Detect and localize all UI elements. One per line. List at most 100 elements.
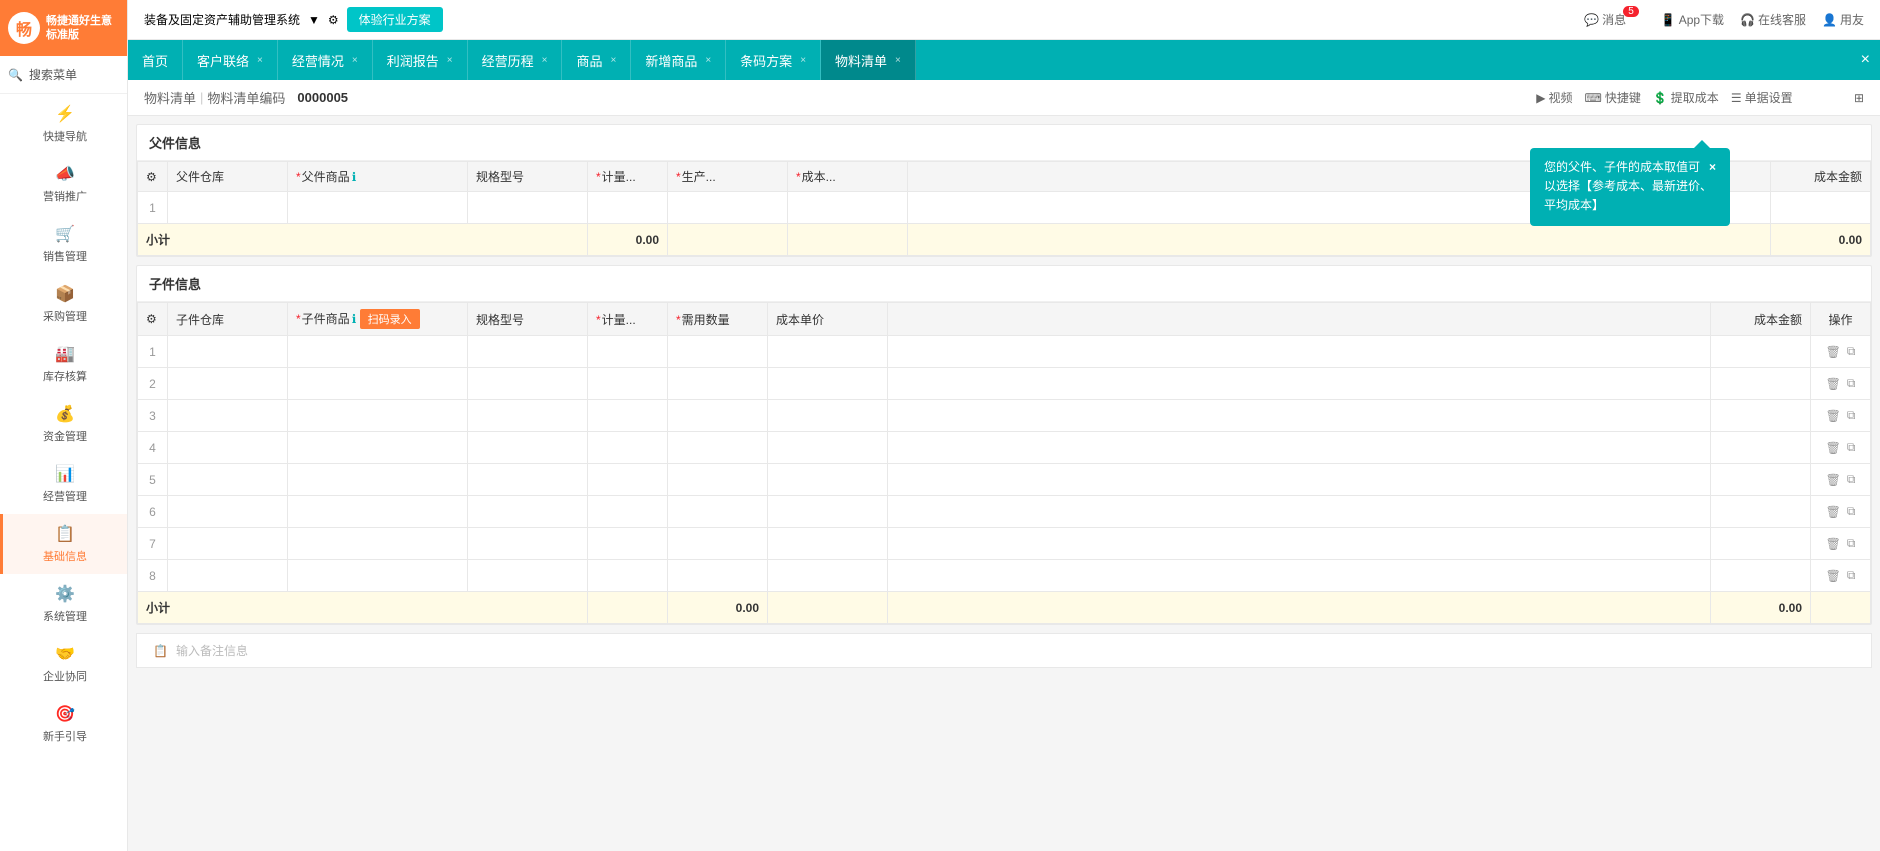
copy-icon-4[interactable]: ⧉ — [1847, 440, 1856, 455]
child-goods-7[interactable] — [288, 528, 468, 560]
child-amount-3[interactable] — [1711, 400, 1811, 432]
child-unit-1[interactable] — [588, 336, 668, 368]
shortcut-action[interactable]: ⌨ 快捷键 — [1585, 89, 1641, 106]
child-goods-8[interactable] — [288, 560, 468, 592]
delete-icon-4[interactable]: 🗑 — [1826, 441, 1841, 455]
child-amount-4[interactable] — [1711, 432, 1811, 464]
copy-icon-1[interactable]: ⧉ — [1847, 344, 1856, 359]
nav-tab-bom[interactable]: 物料清单× — [821, 40, 916, 80]
search-menu-item[interactable]: 🔍 搜索菜单 — [0, 56, 127, 94]
child-unit-cost-4[interactable] — [768, 432, 888, 464]
tab-close-barcode[interactable]: × — [800, 55, 806, 66]
delete-icon-7[interactable]: 🗑 — [1826, 537, 1841, 551]
child-unit-6[interactable] — [588, 496, 668, 528]
tab-close-bom[interactable]: × — [895, 55, 901, 66]
child-unit-8[interactable] — [588, 560, 668, 592]
copy-icon-8[interactable]: ⧉ — [1847, 568, 1856, 583]
child-unit-cost-5[interactable] — [768, 464, 888, 496]
copy-icon-3[interactable]: ⧉ — [1847, 408, 1856, 423]
tab-close-history[interactable]: × — [542, 55, 548, 66]
sidebar-item-sales[interactable]: 🛒销售管理 — [0, 214, 127, 274]
nav-tab-home[interactable]: 首页 — [128, 40, 183, 80]
sidebar-item-marketing[interactable]: 📣营销推广 — [0, 154, 127, 214]
copy-icon-2[interactable]: ⧉ — [1847, 376, 1856, 391]
child-warehouse-3[interactable] — [168, 400, 288, 432]
child-unit-cost-8[interactable] — [768, 560, 888, 592]
try-button[interactable]: 体验行业方案 — [347, 7, 443, 32]
sidebar-item-enterprise[interactable]: 🤝企业协同 — [0, 634, 127, 694]
child-quantity-1[interactable] — [668, 336, 768, 368]
user-action[interactable]: 👤 用友 — [1822, 11, 1864, 28]
child-amount-6[interactable] — [1711, 496, 1811, 528]
sidebar-item-inventory[interactable]: 🏭库存核算 — [0, 334, 127, 394]
nav-tab-goods[interactable]: 商品× — [562, 40, 631, 80]
message-action[interactable]: 💬 消息 5 — [1584, 11, 1645, 28]
child-unit-cost-7[interactable] — [768, 528, 888, 560]
copy-icon-7[interactable]: ⧉ — [1847, 536, 1856, 551]
sidebar-item-basic-info[interactable]: 📋基础信息 — [0, 514, 127, 574]
parent-unit-cell[interactable] — [588, 192, 668, 224]
dropdown-icon[interactable]: ▼ — [308, 13, 320, 27]
child-unit-cost-3[interactable] — [768, 400, 888, 432]
child-warehouse-2[interactable] — [168, 368, 288, 400]
child-spec-1[interactable] — [468, 336, 588, 368]
child-spec-4[interactable] — [468, 432, 588, 464]
child-quantity-5[interactable] — [668, 464, 768, 496]
tab-close-add-goods[interactable]: × — [705, 55, 711, 66]
child-spec-5[interactable] — [468, 464, 588, 496]
sidebar-item-finance[interactable]: 💰资金管理 — [0, 394, 127, 454]
online-service-action[interactable]: 🎧 在线客服 — [1740, 11, 1806, 28]
prev-doc-arrow[interactable]: ‹ — [1805, 90, 1818, 106]
delete-icon-8[interactable]: 🗑 — [1826, 569, 1841, 583]
copy-icon-5[interactable]: ⧉ — [1847, 472, 1856, 487]
child-goods-4[interactable] — [288, 432, 468, 464]
app-download-action[interactable]: 📱 App下载 — [1661, 11, 1724, 28]
copy-icon-6[interactable]: ⧉ — [1847, 504, 1856, 519]
delete-icon-5[interactable]: 🗑 — [1826, 473, 1841, 487]
child-warehouse-1[interactable] — [168, 336, 288, 368]
child-amount-2[interactable] — [1711, 368, 1811, 400]
tooltip-close-button[interactable]: × — [1709, 158, 1716, 177]
expand-icon[interactable]: ⊞ — [1854, 91, 1864, 105]
parent-col-settings[interactable]: ⚙ — [138, 162, 168, 192]
sidebar-item-quick-nav[interactable]: ⚡快捷导航 — [0, 94, 127, 154]
nav-tab-operations[interactable]: 经营情况× — [278, 40, 373, 80]
delete-icon-1[interactable]: 🗑 — [1826, 345, 1841, 359]
child-goods-5[interactable] — [288, 464, 468, 496]
child-unit-cost-1[interactable] — [768, 336, 888, 368]
tab-close-customer[interactable]: × — [257, 55, 263, 66]
tab-close-profit[interactable]: × — [447, 55, 453, 66]
parent-amount-cell[interactable] — [1771, 192, 1871, 224]
settings-icon[interactable]: ⚙ — [328, 13, 339, 27]
parent-goods-cell[interactable] — [288, 192, 468, 224]
child-goods-1[interactable] — [288, 336, 468, 368]
child-warehouse-5[interactable] — [168, 464, 288, 496]
tab-close-operations[interactable]: × — [352, 55, 358, 66]
nav-tab-customer[interactable]: 客户联络× — [183, 40, 278, 80]
video-action[interactable]: ▶ 视频 — [1536, 89, 1572, 106]
child-amount-7[interactable] — [1711, 528, 1811, 560]
child-warehouse-4[interactable] — [168, 432, 288, 464]
child-unit-3[interactable] — [588, 400, 668, 432]
child-unit-cost-2[interactable] — [768, 368, 888, 400]
tabs-close-all[interactable]: × — [1851, 51, 1880, 69]
sidebar-item-operations[interactable]: 📊经营管理 — [0, 454, 127, 514]
child-warehouse-6[interactable] — [168, 496, 288, 528]
note-placeholder[interactable]: 输入备注信息 — [176, 642, 248, 659]
child-quantity-2[interactable] — [668, 368, 768, 400]
child-spec-7[interactable] — [468, 528, 588, 560]
child-spec-6[interactable] — [468, 496, 588, 528]
nav-tab-profit[interactable]: 利润报告× — [373, 40, 468, 80]
child-col-settings[interactable]: ⚙ — [138, 303, 168, 336]
child-warehouse-8[interactable] — [168, 560, 288, 592]
child-unit-2[interactable] — [588, 368, 668, 400]
child-spec-3[interactable] — [468, 400, 588, 432]
child-amount-5[interactable] — [1711, 464, 1811, 496]
parent-production-cell[interactable] — [668, 192, 788, 224]
child-spec-8[interactable] — [468, 560, 588, 592]
child-unit-cost-6[interactable] — [768, 496, 888, 528]
child-quantity-8[interactable] — [668, 560, 768, 592]
child-goods-2[interactable] — [288, 368, 468, 400]
child-quantity-6[interactable] — [668, 496, 768, 528]
scan-button[interactable]: 扫码录入 — [360, 309, 420, 329]
